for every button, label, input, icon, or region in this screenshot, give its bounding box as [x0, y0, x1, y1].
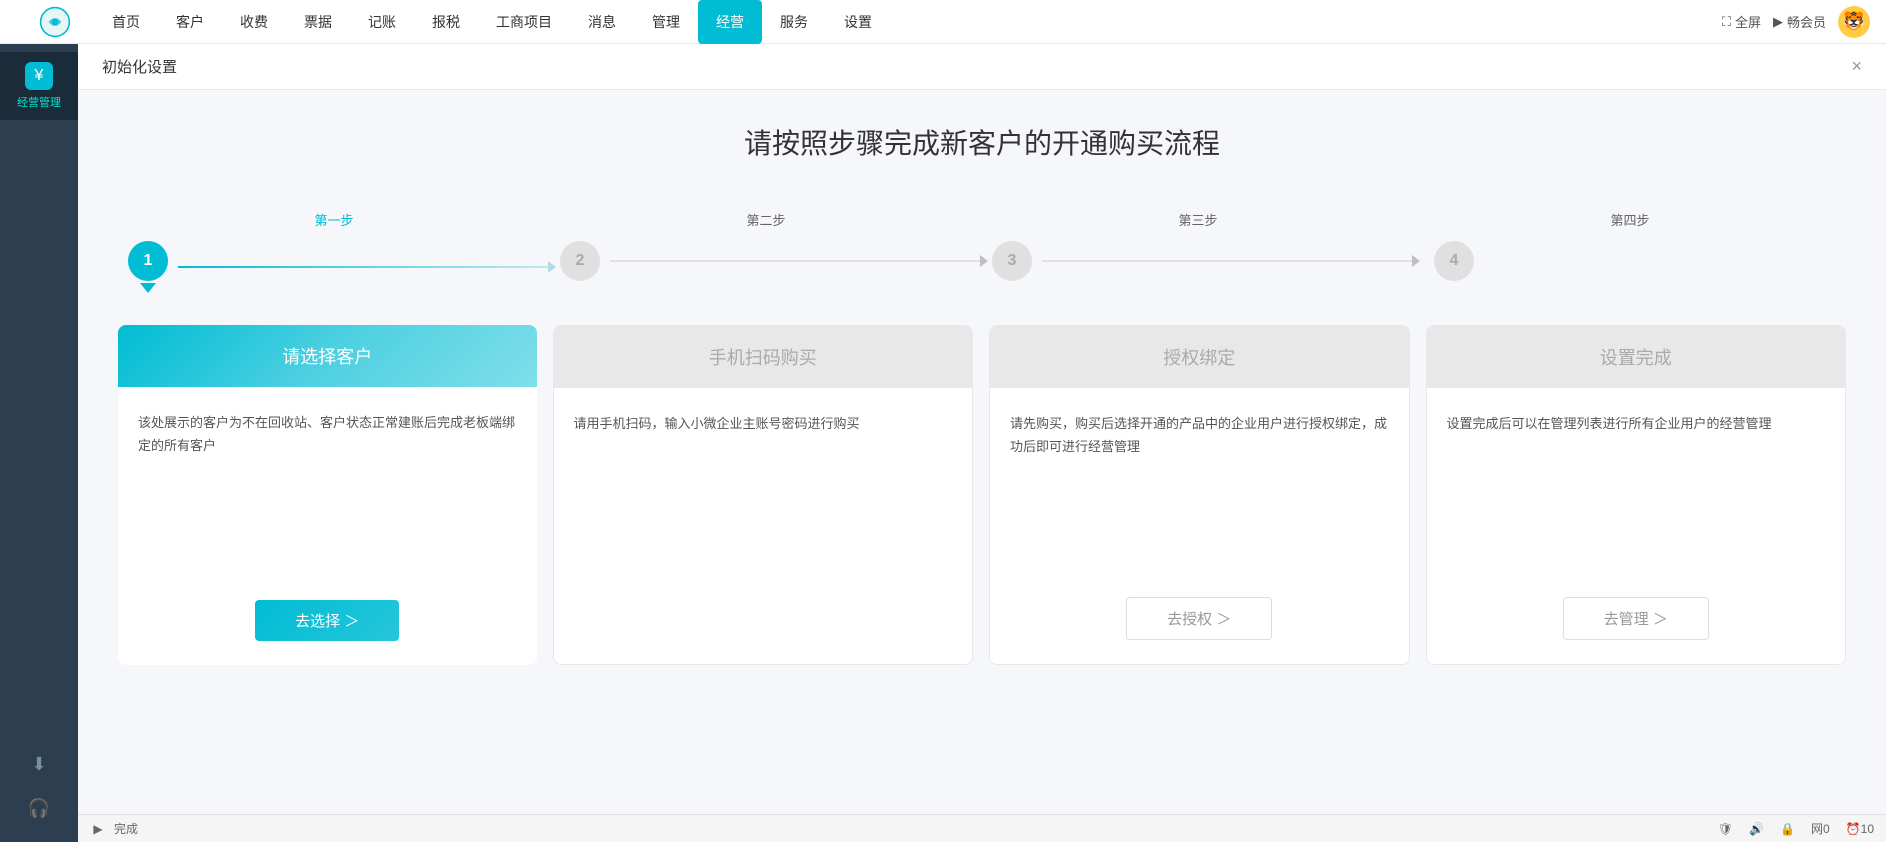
nav-fee[interactable]: 收费 [222, 0, 286, 44]
step-2-wrapper: 第二步 2 [550, 210, 982, 281]
status-bar-right: 🛡 🔊 🔒 网0 ⏰10 [1718, 820, 1874, 837]
card-4: 设置完成 设置完成后可以在管理列表进行所有企业用户的经营管理 去管理 ＞ [1426, 325, 1847, 665]
headset-icon[interactable]: 🎧 [21, 790, 57, 826]
nav-service[interactable]: 服务 [762, 0, 826, 44]
card-2-header: 手机扫码购买 [554, 326, 973, 388]
nav-settings[interactable]: 设置 [826, 0, 890, 44]
nav-customer[interactable]: 客户 [158, 0, 222, 44]
card-3-header: 授权绑定 [990, 326, 1409, 388]
step-1-circle: 1 [128, 241, 168, 281]
status-text: 完成 [114, 820, 138, 837]
top-navigation: 首页 客户 收费 票据 记账 报税 工商项目 消息 管理 经营 服务 设置 ⛶ … [0, 0, 1886, 44]
network-icon: 网0 [1811, 820, 1830, 837]
card-1-footer: 去选择 ＞ [118, 584, 537, 665]
page-title: 初始化设置 [102, 56, 177, 77]
vip-icon: ▶ [1773, 14, 1783, 30]
app-logo [16, 6, 94, 38]
shield-icon: 🛡 [1718, 822, 1733, 836]
nav-account[interactable]: 记账 [350, 0, 414, 44]
step-3-wrapper: 第三步 3 [982, 210, 1414, 281]
go-manage-button[interactable]: 去管理 ＞ [1563, 597, 1709, 640]
step-4-wrapper: 第四步 4 [1414, 210, 1846, 281]
nav-operation[interactable]: 经营 [698, 0, 762, 44]
go-select-button[interactable]: 去选择 ＞ [255, 600, 399, 641]
step-4-label: 第四步 [1610, 210, 1649, 229]
step-1-connector [178, 266, 550, 268]
content-area: 请按照步骤完成新客户的开通购买流程 第一步 1 [78, 90, 1886, 814]
cards-container: 请选择客户 该处展示的客户为不在回收站、客户状态正常建账后完成老板端绑定的所有客… [118, 325, 1846, 665]
step-2-circle: 2 [560, 241, 600, 281]
step-3-label: 第三步 [1178, 210, 1217, 229]
sidebar-item-operation[interactable]: ¥ 经营管理 [0, 52, 78, 120]
nav-message[interactable]: 消息 [570, 0, 634, 44]
go-authorize-button[interactable]: 去授权 ＞ [1126, 597, 1272, 640]
main-heading: 请按照步骤完成新客户的开通购买流程 [118, 122, 1846, 162]
page-header: 初始化设置 × [78, 44, 1886, 90]
card-2-footer [554, 624, 973, 664]
card-1-body: 该处展示的客户为不在回收站、客户状态正常建账后完成老板端绑定的所有客户 [118, 387, 537, 584]
nav-home[interactable]: 首页 [94, 0, 158, 44]
status-bar-left: ▶ 完成 [90, 820, 138, 837]
step-3-connector [1042, 260, 1414, 262]
card-2: 手机扫码购买 请用手机扫码，输入小微企业主账号密码进行购买 [553, 325, 974, 665]
step-2-connector [610, 260, 982, 262]
time-icon: ⏰10 [1846, 822, 1874, 836]
vip-button[interactable]: ▶ 畅会员 [1773, 12, 1826, 31]
card-2-body: 请用手机扫码，输入小微企业主账号密码进行购买 [554, 388, 973, 624]
step-1-label: 第一步 [314, 210, 353, 229]
steps-indicator: 第一步 1 第二步 [118, 210, 1846, 293]
sidebar: ¥ 经营管理 ⬇ 🎧 [0, 44, 78, 842]
nav-tax[interactable]: 报税 [414, 0, 478, 44]
step-1-wrapper: 第一步 1 [118, 210, 550, 293]
card-3-footer: 去授权 ＞ [990, 581, 1409, 664]
step-2-label: 第二步 [746, 210, 785, 229]
nav-menu: 首页 客户 收费 票据 记账 报税 工商项目 消息 管理 经营 服务 设置 [94, 0, 1722, 44]
play-button[interactable]: ▶ [90, 821, 106, 837]
fullscreen-icon: ⛶ [1722, 14, 1731, 30]
download-icon[interactable]: ⬇ [21, 746, 57, 782]
nav-bill[interactable]: 票据 [286, 0, 350, 44]
status-bar: ▶ 完成 🛡 🔊 🔒 网0 ⏰10 [78, 814, 1886, 842]
nav-business[interactable]: 工商项目 [478, 0, 570, 44]
step-4-circle: 4 [1434, 241, 1474, 281]
step-3-circle: 3 [992, 241, 1032, 281]
lock-icon: 🔒 [1780, 822, 1795, 836]
card-1-header: 请选择客户 [118, 325, 537, 387]
nav-manage[interactable]: 管理 [634, 0, 698, 44]
main-layout: ¥ 经营管理 ⬇ 🎧 初始化设置 × 请按照步骤完成新客户的开通购买流程 第一步 [0, 44, 1886, 842]
user-avatar[interactable]: 🐯 [1838, 6, 1870, 38]
operation-icon: ¥ [25, 62, 53, 90]
card-4-body: 设置完成后可以在管理列表进行所有企业用户的经营管理 [1427, 388, 1846, 581]
card-3: 授权绑定 请先购买，购买后选择开通的产品中的企业用户进行授权绑定，成功后即可进行… [989, 325, 1410, 665]
close-button[interactable]: × [1851, 56, 1862, 77]
card-4-header: 设置完成 [1427, 326, 1846, 388]
sidebar-bottom: ⬇ 🎧 [21, 746, 57, 842]
main-content: 初始化设置 × 请按照步骤完成新客户的开通购买流程 第一步 1 [78, 44, 1886, 842]
card-1: 请选择客户 该处展示的客户为不在回收站、客户状态正常建账后完成老板端绑定的所有客… [118, 325, 537, 665]
volume-icon: 🔊 [1749, 822, 1764, 836]
nav-right-area: ⛶ 全屏 ▶ 畅会员 🐯 [1722, 6, 1870, 38]
card-4-footer: 去管理 ＞ [1427, 581, 1846, 664]
fullscreen-button[interactable]: ⛶ 全屏 [1722, 12, 1761, 31]
card-3-body: 请先购买，购买后选择开通的产品中的企业用户进行授权绑定，成功后即可进行经营管理 [990, 388, 1409, 581]
